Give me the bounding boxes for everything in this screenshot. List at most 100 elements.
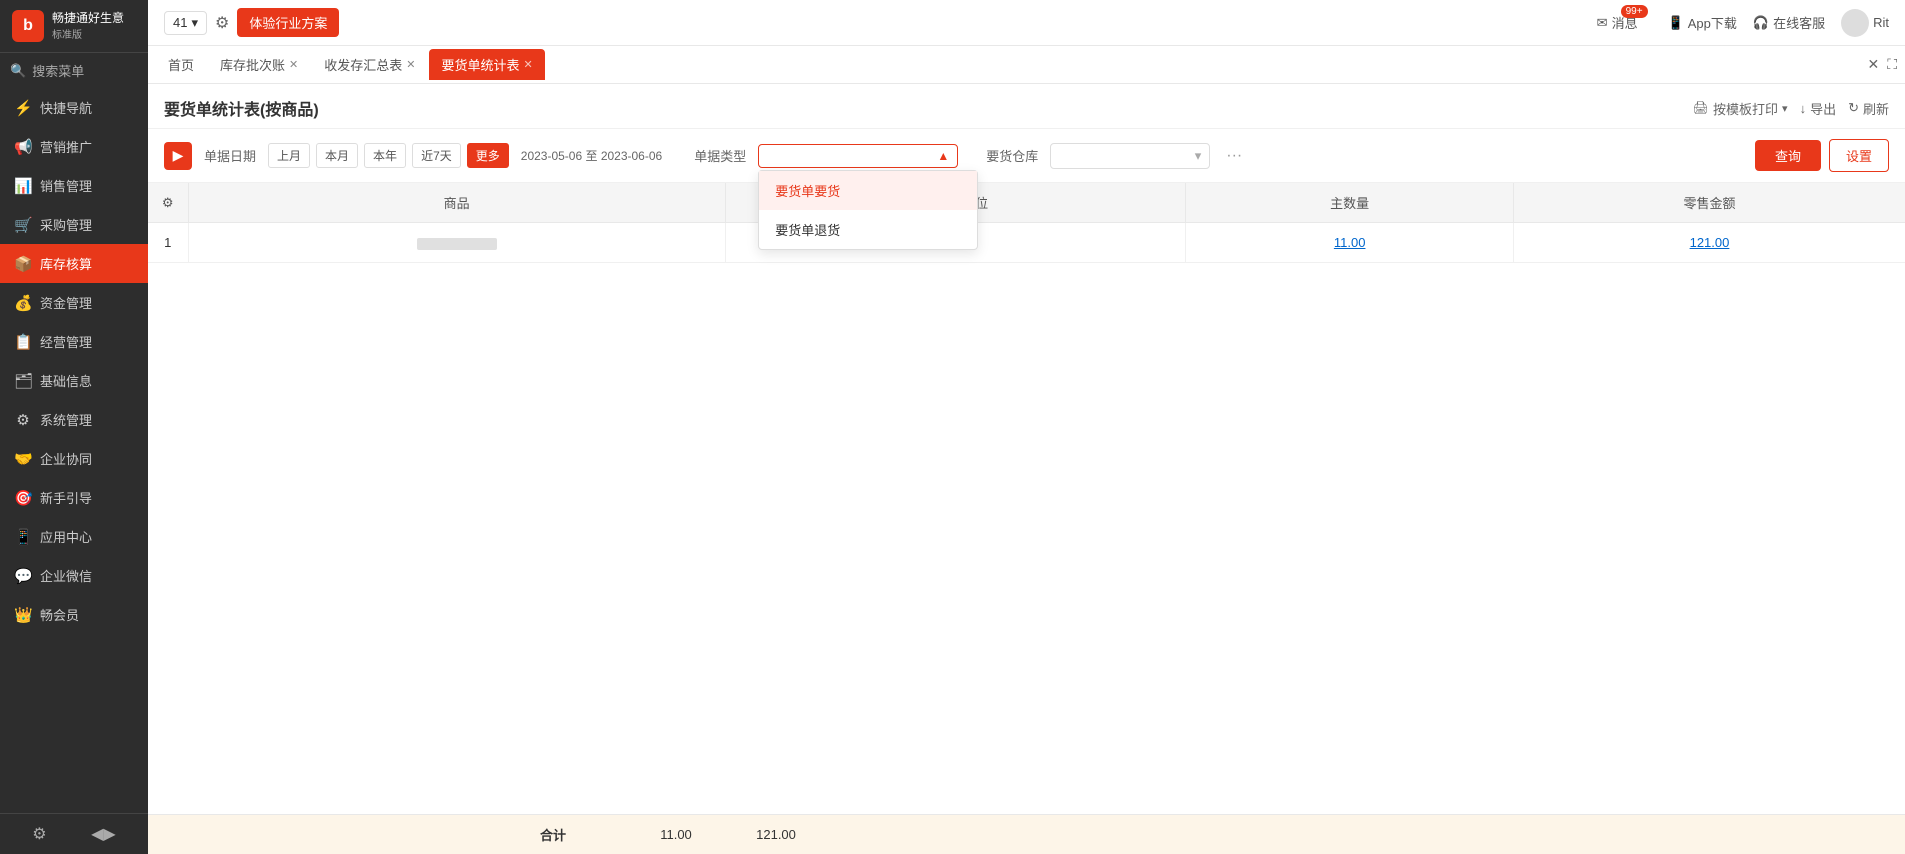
tab-order-summary-label: 要货单统计表 [441, 55, 519, 74]
store-selector[interactable]: 41 ▾ [164, 11, 207, 35]
sidebar-item-label: 销售管理 [40, 176, 92, 195]
type-select-arrow: ▲ [937, 149, 949, 163]
export-btn[interactable]: ↓ 导出 [1800, 99, 1837, 118]
wechat-icon: 💬 [14, 567, 32, 585]
marketing-icon: 📢 [14, 138, 32, 156]
sidebar-item-purchase[interactable]: 🛒 采购管理 [0, 205, 148, 244]
logo-title: 畅捷通好生意 [52, 11, 124, 27]
inventory-icon: 📦 [14, 255, 32, 273]
type-select[interactable]: ▲ [758, 144, 958, 168]
sidebar-item-cooperation[interactable]: 🤝 企业协同 [0, 439, 148, 478]
tabs-close-all-icon[interactable]: ✕ [1867, 56, 1879, 73]
date-btn-more[interactable]: 更多 [467, 143, 509, 168]
sidebar-item-sales[interactable]: 📊 销售管理 [0, 166, 148, 205]
tab-home-label: 首页 [168, 55, 194, 74]
date-buttons: 上月 本月 本年 近7天 更多 [268, 143, 509, 168]
export-icon: ↓ [1800, 101, 1807, 116]
sidebar-logo: b 畅捷通好生意 标准版 [0, 0, 148, 53]
date-btn-this-month[interactable]: 本月 [316, 143, 358, 168]
sidebar-search-label: 搜索菜单 [32, 61, 84, 80]
filter-expand-btn[interactable]: ▶ [164, 142, 192, 170]
app-download-label: App下载 [1688, 13, 1737, 32]
date-range-display: 2023-05-06 至 2023-06-06 [521, 147, 662, 164]
content-area: 要货单统计表(按商品) 🖨 按模板打印 ▾ ↓ 导出 ↻ 刷新 [148, 84, 1905, 854]
sidebar-item-base-info[interactable]: 🗂 基础信息 [0, 361, 148, 400]
sidebar-item-system[interactable]: ⚙ 系统管理 [0, 400, 148, 439]
warehouse-input[interactable]: ▾ [1050, 143, 1210, 169]
sidebar-item-app-center[interactable]: 📱 应用中心 [0, 517, 148, 556]
online-service-btn[interactable]: 🎧 在线客服 [1753, 13, 1825, 32]
sidebar-item-member[interactable]: 👑 畅会员 [0, 595, 148, 634]
sidebar-item-marketing[interactable]: 📢 营销推广 [0, 127, 148, 166]
print-label: 按模板打印 [1713, 99, 1778, 118]
filter-actions: 查询 设置 [1755, 139, 1889, 172]
warehouse-input-arrow: ▾ [1195, 148, 1202, 164]
topbar-left: 41 ▾ ⚙ 体验行业方案 [164, 8, 1587, 37]
message-btn[interactable]: ✉ 消息 99+ [1597, 13, 1638, 32]
tab-inventory-batch-close[interactable]: ✕ [289, 58, 298, 71]
page-title: 要货单统计表(按商品) [164, 96, 319, 120]
guide-icon: 🎯 [14, 489, 32, 507]
sidebar-item-label: 基础信息 [40, 371, 92, 390]
sidebar-item-guide[interactable]: 🎯 新手引导 [0, 478, 148, 517]
sidebar-item-label: 经营管理 [40, 332, 92, 351]
sidebar-item-label: 企业协同 [40, 449, 92, 468]
th-settings[interactable]: ⚙ [148, 183, 188, 223]
settings-icon[interactable]: ⚙ [215, 13, 229, 33]
type-select-container: ▲ 要货单要货 要货单退货 [758, 144, 958, 168]
member-icon: 👑 [14, 606, 32, 624]
system-icon: ⚙ [14, 411, 32, 429]
tab-home[interactable]: 首页 [156, 49, 206, 80]
tabs-expand-icon[interactable]: ⛶ [1887, 56, 1897, 73]
tab-order-summary-close[interactable]: ✕ [524, 58, 533, 71]
sidebar-item-operations[interactable]: 📋 经营管理 [0, 322, 148, 361]
sidebar-item-inventory[interactable]: 📦 库存核算 [0, 244, 148, 283]
expand-icon: ▶ [173, 147, 184, 164]
sidebar-settings-btn[interactable]: ⚙ [32, 824, 46, 844]
quick-nav-icon: ⚡ [14, 99, 32, 117]
filter-more-btn[interactable]: ··· [1226, 147, 1242, 165]
store-number: 41 [173, 15, 187, 30]
upgrade-button[interactable]: 体验行业方案 [237, 8, 339, 37]
date-btn-this-year[interactable]: 本年 [364, 143, 406, 168]
avatar [1841, 9, 1869, 37]
app-download-btn[interactable]: 📱 App下载 [1668, 13, 1737, 32]
date-btn-7days[interactable]: 近7天 [412, 143, 461, 168]
sidebar-item-wechat[interactable]: 💬 企业微信 [0, 556, 148, 595]
sidebar-collapse-btn[interactable]: ◀▶ [91, 824, 116, 844]
tab-order-summary[interactable]: 要货单统计表 ✕ [429, 49, 544, 80]
th-qty: 主数量 [1186, 183, 1514, 223]
sidebar-item-quick-nav[interactable]: ⚡ 快捷导航 [0, 88, 148, 127]
user-avatar-btn[interactable]: Rit [1841, 9, 1889, 37]
cooperation-icon: 🤝 [14, 450, 32, 468]
refresh-btn[interactable]: ↻ 刷新 [1848, 99, 1889, 118]
table-container: ⚙ 商品 主计量单位 主数量 零售金额 1 [148, 183, 1905, 814]
page-header: 要货单统计表(按商品) 🖨 按模板打印 ▾ ↓ 导出 ↻ 刷新 [148, 84, 1905, 129]
sidebar-item-label: 采购管理 [40, 215, 92, 234]
sidebar-search[interactable]: 🔍 搜索菜单 [0, 53, 148, 88]
tab-receivable-summary[interactable]: 收发存汇总表 ✕ [312, 49, 427, 80]
row-no: 1 [148, 223, 188, 263]
warehouse-label: 要货仓库 [986, 146, 1038, 165]
main-area: 41 ▾ ⚙ 体验行业方案 ✉ 消息 99+ 📱 App下载 🎧 在线客服 R [148, 0, 1905, 854]
tab-receivable-summary-label: 收发存汇总表 [324, 55, 402, 74]
tab-receivable-close[interactable]: ✕ [406, 58, 415, 71]
refresh-icon: ↻ [1848, 100, 1859, 116]
page-actions: 🖨 按模板打印 ▾ ↓ 导出 ↻ 刷新 [1693, 99, 1890, 118]
type-label: 单据类型 [694, 146, 746, 165]
sidebar-item-label: 资金管理 [40, 293, 92, 312]
query-button[interactable]: 查询 [1755, 140, 1821, 171]
dropdown-item-order-goods[interactable]: 要货单要货 [759, 171, 977, 210]
date-btn-last-month[interactable]: 上月 [268, 143, 310, 168]
tab-inventory-batch[interactable]: 库存批次账 ✕ [208, 49, 310, 80]
filter-bar: ▶ 单据日期 上月 本月 本年 近7天 更多 2023-05-06 至 2023… [148, 129, 1905, 183]
th-amount: 零售金额 [1513, 183, 1905, 223]
sidebar-bottom: ⚙ ◀▶ [0, 813, 148, 854]
sidebar-item-finance[interactable]: 💰 资金管理 [0, 283, 148, 322]
print-btn[interactable]: 🖨 按模板打印 ▾ [1693, 99, 1788, 118]
row-goods [188, 223, 725, 263]
data-table: ⚙ 商品 主计量单位 主数量 零售金额 1 [148, 183, 1905, 263]
table-footer: 合计 11.00 121.00 [148, 814, 1905, 854]
settings-button[interactable]: 设置 [1829, 139, 1889, 172]
dropdown-item-order-return[interactable]: 要货单退货 [759, 210, 977, 249]
